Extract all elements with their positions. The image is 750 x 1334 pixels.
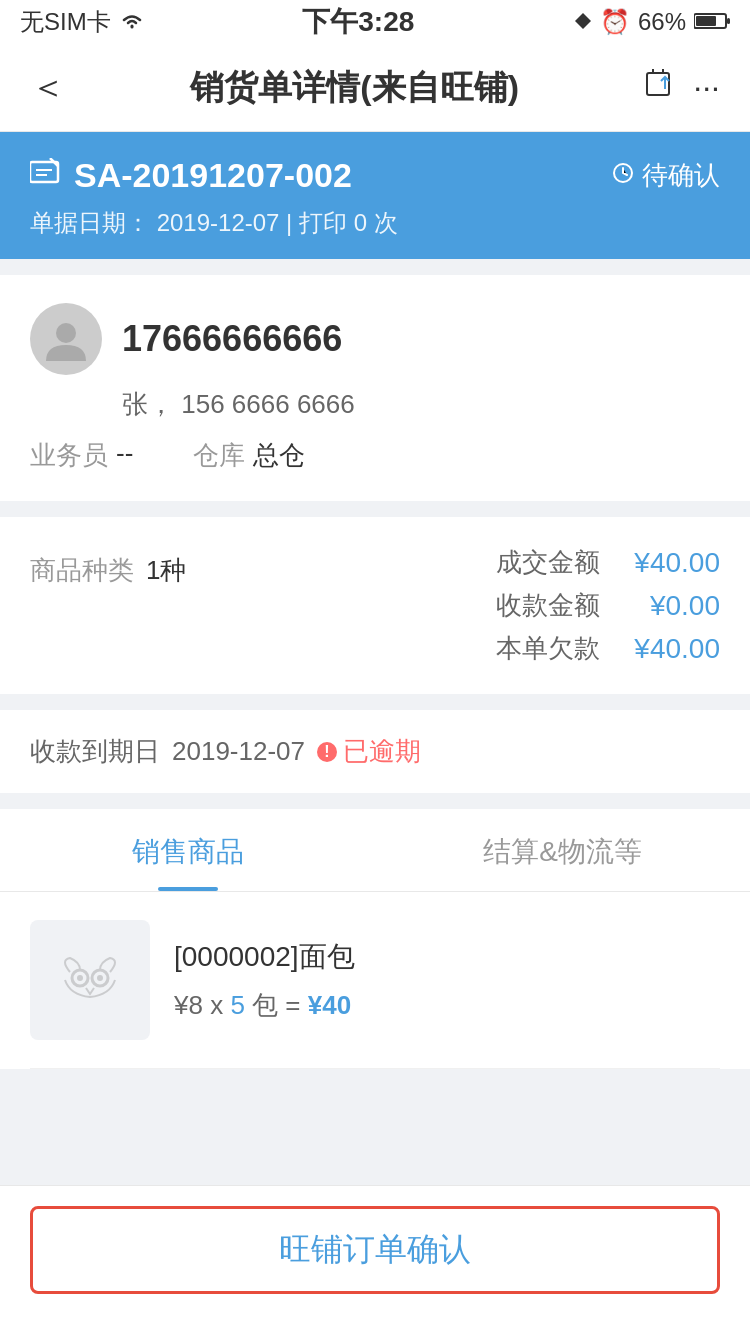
location-icon (574, 8, 592, 36)
bottom-button-container: 旺铺订单确认 (0, 1185, 750, 1334)
summary-section: 商品种类 1种 成交金额 ¥40.00 收款金额 ¥0.00 本单欠款 ¥40.… (0, 517, 750, 694)
confirm-order-button[interactable]: 旺铺订单确认 (30, 1206, 720, 1294)
customer-section: 17666666666 张， 156 6666 6666 业务员 -- 仓库 总… (0, 275, 750, 501)
deal-amount-row: 成交金额 ¥40.00 (496, 545, 720, 580)
order-date: 单据日期： 2019-12-07 | 打印 0 次 (30, 207, 720, 239)
svg-rect-6 (30, 162, 58, 182)
tab-products[interactable]: 销售商品 (0, 809, 375, 891)
status-bar: 无SIM卡 下午3:28 ⏰ 66% (0, 0, 750, 44)
header-top: SA-20191207-002 待确认 (30, 156, 720, 195)
due-date-section: 收款到期日 2019-12-07 ! 已逾期 (0, 710, 750, 793)
order-icon (30, 158, 62, 193)
svg-point-12 (97, 975, 103, 981)
product-info: [0000002]面包 ¥8 x 5 包 = ¥40 (174, 938, 720, 1023)
svg-rect-2 (696, 16, 716, 26)
salesman-info: 业务员 -- (30, 438, 133, 473)
status-right: ⏰ 66% (574, 8, 730, 36)
due-date-label: 收款到期日 (30, 734, 160, 769)
svg-point-8 (56, 323, 76, 343)
product-thumbnail (30, 920, 150, 1040)
product-price: ¥8 x 5 包 = ¥40 (174, 988, 720, 1023)
tabs-header: 销售商品 结算&物流等 (0, 809, 750, 892)
page-title: 销货单详情(来自旺铺) (190, 65, 519, 111)
customer-phone: 17666666666 (122, 318, 342, 360)
avatar (30, 303, 102, 375)
status-left: 无SIM卡 (20, 6, 143, 38)
svg-rect-3 (727, 18, 730, 24)
tab-settlement[interactable]: 结算&物流等 (375, 809, 750, 891)
product-type: 商品种类 1种 (30, 545, 186, 588)
status-time: 下午3:28 (302, 3, 414, 41)
receipt-amount-row: 收款金额 ¥0.00 (496, 588, 720, 623)
order-status: 待确认 (612, 158, 720, 193)
order-header-card: SA-20191207-002 待确认 单据日期： 2019-12-07 | 打… (0, 132, 750, 259)
product-name: [0000002]面包 (174, 938, 720, 976)
battery-icon (694, 8, 730, 36)
carrier-label: 无SIM卡 (20, 6, 111, 38)
svg-point-11 (77, 975, 83, 981)
overdue-text: 已逾期 (343, 734, 421, 769)
nav-bar: ＜ 销货单详情(来自旺铺) ··· (0, 44, 750, 132)
status-text: 待确认 (642, 158, 720, 193)
amounts: 成交金额 ¥40.00 收款金额 ¥0.00 本单欠款 ¥40.00 (496, 545, 720, 666)
product-item: [0000002]面包 ¥8 x 5 包 = ¥40 (30, 892, 720, 1069)
more-icon[interactable]: ··· (693, 69, 720, 106)
customer-name: 张， 156 6666 6666 (30, 387, 720, 422)
clock-icon (612, 160, 634, 191)
share-icon[interactable] (643, 69, 673, 107)
customer-meta: 业务员 -- 仓库 总仓 (30, 438, 720, 473)
debt-amount-row: 本单欠款 ¥40.00 (496, 631, 720, 666)
back-button[interactable]: ＜ (30, 63, 66, 112)
overdue-icon: ! (317, 742, 337, 762)
nav-actions: ··· (643, 69, 720, 107)
alarm-icon: ⏰ (600, 8, 630, 36)
product-list: [0000002]面包 ¥8 x 5 包 = ¥40 (0, 892, 750, 1069)
wifi-icon (121, 8, 143, 36)
customer-header: 17666666666 (30, 303, 720, 375)
order-number: SA-20191207-002 (74, 156, 352, 195)
overdue-badge: ! 已逾期 (317, 734, 421, 769)
due-date-value: 2019-12-07 (172, 736, 305, 767)
battery-label: 66% (638, 8, 686, 36)
warehouse-info: 仓库 总仓 (193, 438, 305, 473)
tabs-section: 销售商品 结算&物流等 [0000002 (0, 809, 750, 1069)
svg-point-0 (130, 26, 133, 29)
